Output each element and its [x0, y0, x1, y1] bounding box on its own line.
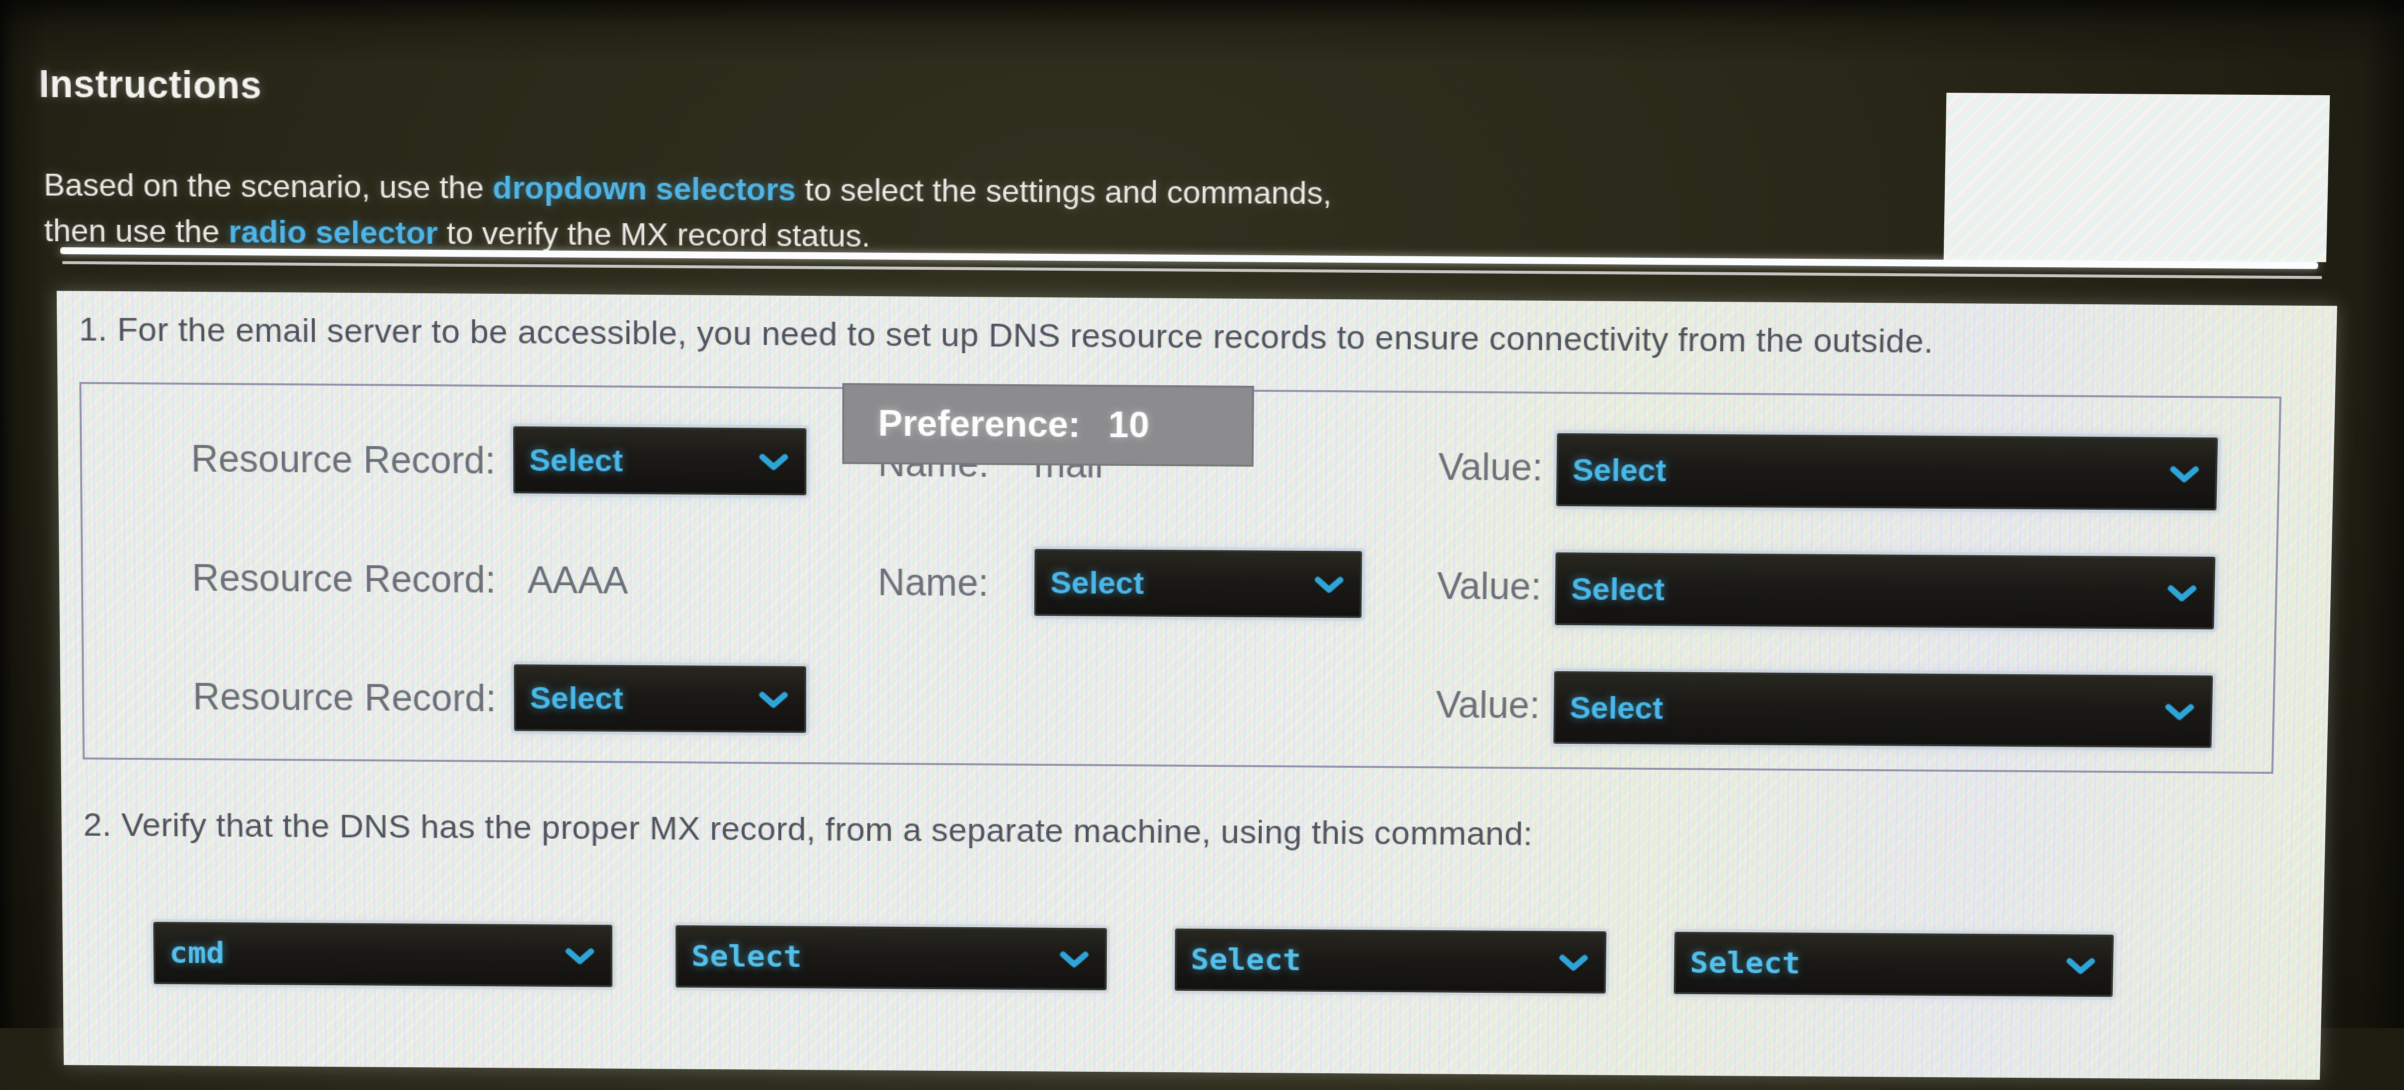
resource-record-label-2: Resource Record: [83, 543, 496, 616]
value-select-2[interactable]: Select [1555, 552, 2216, 629]
command-select-4[interactable]: Select [1674, 932, 2114, 997]
value-label-1: Value: [1363, 432, 1543, 504]
chevron-down-icon [759, 452, 789, 471]
chevron-down-icon [759, 690, 789, 709]
chevron-down-icon [2165, 702, 2195, 721]
preference-label: Preference: [878, 403, 1081, 446]
value-select-1[interactable]: Select [1556, 433, 2218, 510]
command-select-3[interactable]: Select [1175, 929, 1607, 994]
step1-instruction: 1. For the email server to be accessible… [79, 311, 1934, 362]
intro-segment: to verify the MX record status. [438, 215, 871, 254]
value-select-3[interactable]: Select [1553, 671, 2213, 748]
selected-value: Select [1572, 452, 1666, 489]
chevron-down-icon [2169, 464, 2199, 483]
chevron-down-icon [1314, 575, 1344, 594]
selected-value: Select [530, 680, 623, 717]
preference-value: 10 [1108, 405, 1149, 447]
selected-value: Select [1569, 689, 1663, 726]
resource-record-select-3[interactable]: Select [514, 664, 806, 733]
resource-records-box: Resource Record: Select Name: mail Value… [79, 382, 2281, 774]
preference-box: Preference: 10 [842, 383, 1254, 467]
step2-instruction: 2. Verify that the DNS has the proper MX… [83, 806, 1533, 854]
intro-segment: then use the [44, 212, 229, 249]
name-label-2: Name: [878, 548, 989, 619]
selected-value: Select [1191, 942, 1302, 978]
chevron-down-icon [1059, 950, 1089, 969]
selected-value: Select [1571, 571, 1665, 608]
resource-record-static-value-2: AAAA [514, 546, 629, 618]
command-select-2[interactable]: Select [676, 925, 1107, 990]
chevron-down-icon [2167, 583, 2197, 602]
value-label-3: Value: [1361, 670, 1540, 742]
resource-record-select-1[interactable]: Select [513, 426, 806, 495]
intro-segment: Based on the scenario, use the [44, 167, 493, 206]
resource-record-label-1: Resource Record: [82, 423, 496, 497]
intro-segment: to select the settings and commands, [796, 172, 1332, 211]
selected-value: Select [1050, 564, 1144, 601]
command-select-1[interactable]: cmd [153, 922, 612, 987]
resource-record-label-3: Resource Record: [84, 662, 496, 735]
page-title: Instructions [39, 64, 263, 108]
selected-value: cmd [169, 936, 225, 971]
dropdown-selectors-highlight: dropdown selectors [493, 170, 796, 208]
selected-value: Select [1690, 946, 1801, 982]
selected-value: Select [691, 939, 802, 975]
task-panel: 1. For the email server to be accessible… [57, 291, 2338, 1080]
chevron-down-icon [2066, 956, 2096, 975]
blank-info-box [1944, 93, 2330, 262]
radio-selector-highlight: radio selector [228, 214, 437, 251]
chevron-down-icon [1559, 953, 1589, 972]
name-select-2[interactable]: Select [1034, 549, 1362, 618]
chevron-down-icon [565, 946, 595, 965]
selected-value: Select [529, 442, 623, 479]
screen-content: Instructions Based on the scenario, use … [0, 0, 2404, 1090]
value-label-2: Value: [1362, 551, 1541, 623]
